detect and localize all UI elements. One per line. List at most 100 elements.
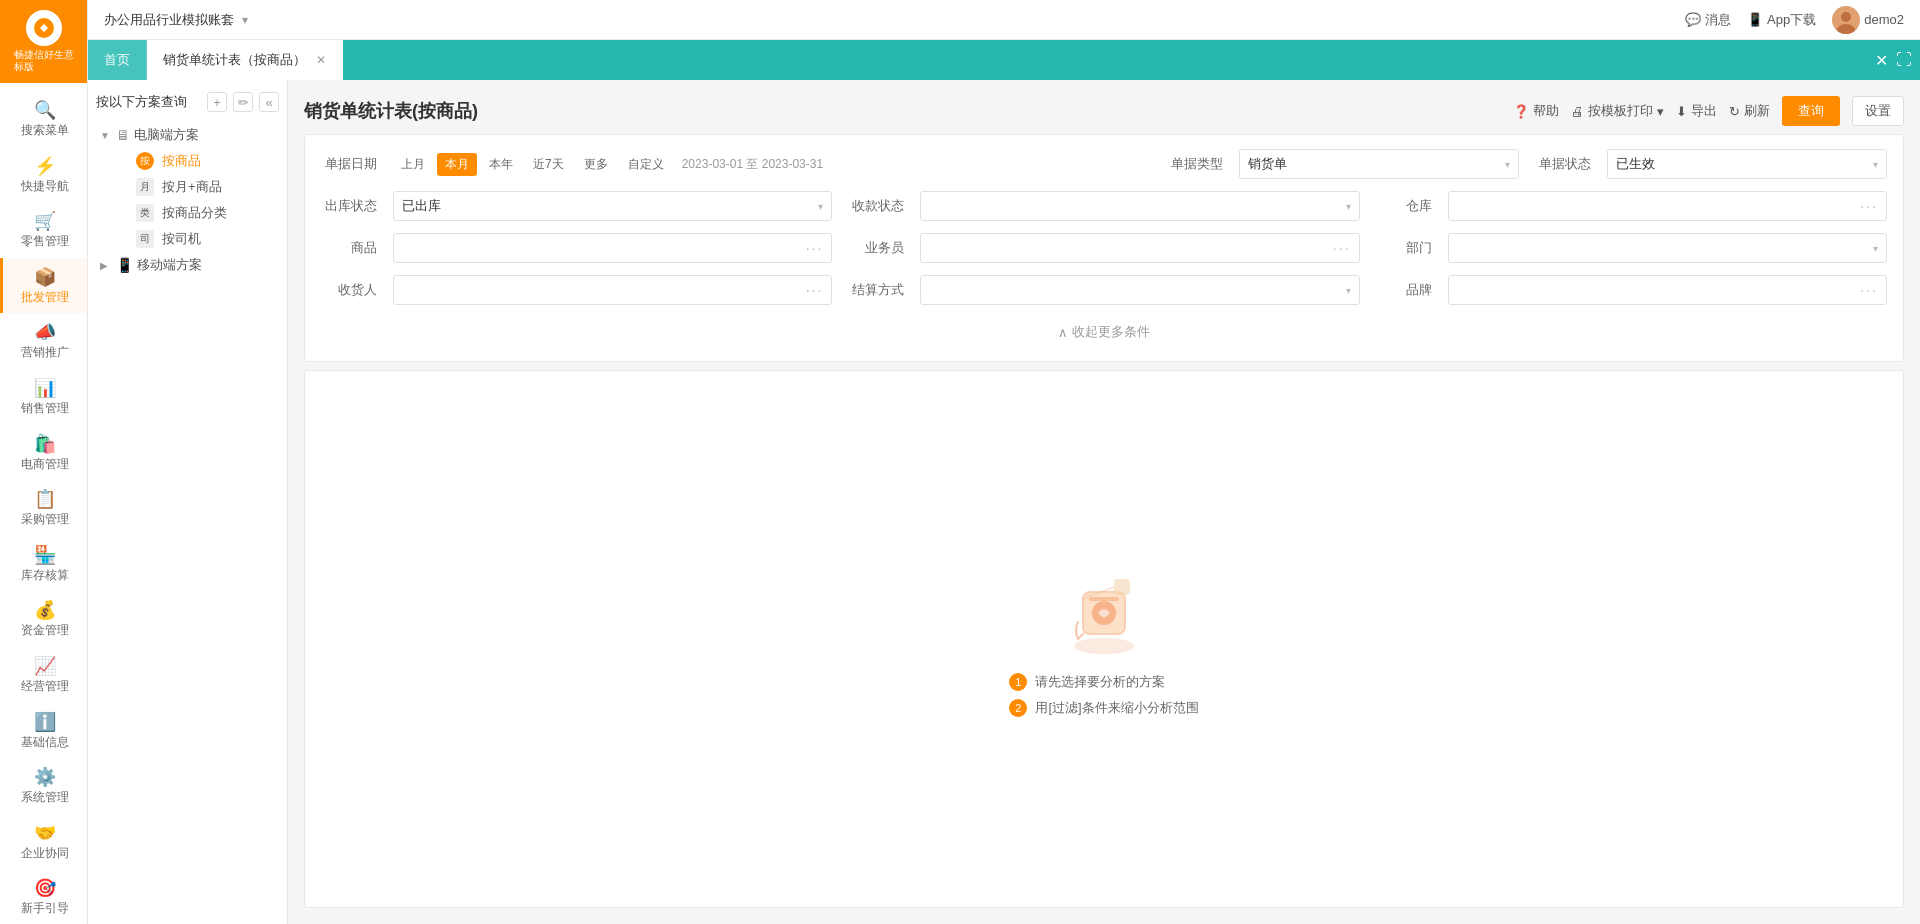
sidebar-item-finance[interactable]: 💰 资金管理 xyxy=(0,591,87,647)
settings-button[interactable]: 设置 xyxy=(1852,96,1904,126)
tree-item-by-goods[interactable]: 按 按商品 xyxy=(116,148,279,174)
tree-item-by-supplier[interactable]: 司 按司机 xyxy=(116,226,279,252)
export-button[interactable]: ⬇ 导出 xyxy=(1676,102,1717,120)
goods-label: 商品 xyxy=(321,239,377,257)
salesperson-input[interactable]: ··· xyxy=(920,233,1359,263)
sidebar-item-label: 企业协同 xyxy=(21,846,69,862)
sidebar-item-retail[interactable]: 🛒 零售管理 xyxy=(0,202,87,258)
svg-point-2 xyxy=(1841,12,1851,22)
tab-sales-stats[interactable]: 销货单统计表（按商品） ✕ xyxy=(147,40,343,80)
svg-rect-9 xyxy=(1114,579,1130,595)
tree-item-by-month-goods[interactable]: 月 按月+商品 xyxy=(116,174,279,200)
user-name: demo2 xyxy=(1864,12,1904,27)
doc-status-label: 单据状态 xyxy=(1535,155,1591,173)
filter-row-3: 商品 ··· 业务员 ··· 部门 ▾ xyxy=(321,233,1887,263)
maximize-icon[interactable]: ⛶ xyxy=(1896,51,1912,69)
operation-icon: 📈 xyxy=(34,655,56,677)
print-button[interactable]: 🖨 按模板打印 ▾ xyxy=(1571,102,1664,120)
sidebar-item-sales[interactable]: 📊 销售管理 xyxy=(0,369,87,425)
warehouse-more-icon: ··· xyxy=(1860,198,1878,214)
filter-row-1: 单据日期 上月 本月 本年 近7天 更多 自定义 2023-03-01 至 20… xyxy=(321,149,1887,179)
settlement-label: 结算方式 xyxy=(848,281,904,299)
add-scheme-button[interactable]: + xyxy=(207,92,227,112)
refresh-button[interactable]: ↻ 刷新 xyxy=(1729,102,1770,120)
receipt-status-input[interactable]: ▾ xyxy=(920,191,1359,221)
sidebar-item-label: 基础信息 xyxy=(21,735,69,751)
sidebar-item-basic[interactable]: ℹ️ 基础信息 xyxy=(0,703,87,759)
help-button[interactable]: ❓ 帮助 xyxy=(1513,102,1559,120)
tree-expand-icon: ▶ xyxy=(100,260,112,271)
tip-num-1: 1 xyxy=(1009,673,1027,691)
warehouse-input[interactable]: ··· xyxy=(1448,191,1887,221)
basic-icon: ℹ️ xyxy=(34,711,56,733)
logo-icon xyxy=(26,10,62,46)
empty-tip-2: 2 用[过滤]条件来缩小分析范围 xyxy=(1009,699,1198,717)
date-tab-current-month[interactable]: 本月 xyxy=(437,153,477,176)
brand-input[interactable]: ··· xyxy=(1448,275,1887,305)
tip-text-2: 用[过滤]条件来缩小分析范围 xyxy=(1035,699,1198,717)
scheme-tree: ▼ 🖥 电脑端方案 按 按商品 月 按月+商品 xyxy=(96,122,279,278)
settlement-input[interactable]: ▾ xyxy=(920,275,1359,305)
collapse-panel-button[interactable]: « xyxy=(259,92,279,112)
receiver-more-icon: ··· xyxy=(806,282,824,298)
sidebar-item-label: 采购管理 xyxy=(21,512,69,528)
receiver-label: 收货人 xyxy=(321,281,377,299)
out-status-label: 出库状态 xyxy=(321,197,377,215)
sidebar-item-label: 资金管理 xyxy=(21,623,69,639)
empty-state: 1 请先选择要分析的方案 2 用[过滤]条件来缩小分析范围 xyxy=(304,370,1904,908)
tree-group-mobile[interactable]: ▶ 📱 移动端方案 xyxy=(96,252,279,278)
tab-home[interactable]: 首页 xyxy=(88,40,147,80)
sidebar-item-quick-nav[interactable]: ⚡ 快捷导航 xyxy=(0,147,87,203)
avatar xyxy=(1832,6,1860,34)
edit-scheme-button[interactable]: ✏ xyxy=(233,92,253,112)
date-tab-last-month[interactable]: 上月 xyxy=(393,153,433,176)
sidebar-item-purchase[interactable]: 📋 采购管理 xyxy=(0,480,87,536)
logo-text: 畅捷信好生意 标版 xyxy=(14,49,74,73)
logo-area: 畅捷信好生意 标版 xyxy=(0,0,87,83)
sidebar-item-marketing[interactable]: 📣 营销推广 xyxy=(0,313,87,369)
out-status-input[interactable]: 已出库 ▾ xyxy=(393,191,832,221)
close-window-icon[interactable]: ✕ xyxy=(1875,51,1888,70)
salesperson-more-icon: ··· xyxy=(1333,240,1351,256)
finance-icon: 💰 xyxy=(34,599,56,621)
sidebar-item-guide[interactable]: 🎯 新手引导 xyxy=(0,869,87,924)
goods-input[interactable]: ··· xyxy=(393,233,832,263)
sidebar: 畅捷信好生意 标版 🔍 搜索菜单 ⚡ 快捷导航 🛒 零售管理 📦 批发管理 📣 … xyxy=(0,0,88,924)
date-tab-more[interactable]: 更多 xyxy=(576,153,616,176)
inventory-icon: 🏪 xyxy=(34,544,56,566)
user-menu[interactable]: demo2 xyxy=(1832,6,1904,34)
brand-label: 品牌 xyxy=(1376,281,1432,299)
refresh-icon: ↻ xyxy=(1729,104,1740,119)
date-tab-custom[interactable]: 自定义 xyxy=(620,153,672,176)
mobile-group-icon: 📱 xyxy=(116,257,133,273)
message-button[interactable]: 💬 消息 xyxy=(1685,11,1731,29)
topbar-dropdown[interactable]: ▾ xyxy=(242,13,248,27)
sidebar-item-search-menu[interactable]: 🔍 搜索菜单 xyxy=(0,91,87,147)
tree-group-pc[interactable]: ▼ 🖥 电脑端方案 xyxy=(96,122,279,148)
sidebar-item-ecommerce[interactable]: 🛍️ 电商管理 xyxy=(0,425,87,481)
sidebar-item-wholesale[interactable]: 📦 批发管理 xyxy=(0,258,87,314)
receiver-input[interactable]: ··· xyxy=(393,275,832,305)
doc-status-input[interactable]: 已生效 ▾ xyxy=(1607,149,1887,179)
sidebar-item-operation[interactable]: 📈 经营管理 xyxy=(0,647,87,703)
sidebar-item-inventory[interactable]: 🏪 库存核算 xyxy=(0,536,87,592)
app-download-button[interactable]: 📱 App下载 xyxy=(1747,11,1816,29)
department-input[interactable]: ▾ xyxy=(1448,233,1887,263)
topbar-right: 💬 消息 📱 App下载 demo2 xyxy=(1685,6,1904,34)
search-icon: 🔍 xyxy=(34,99,56,121)
sales-icon: 📊 xyxy=(34,377,56,399)
page-content: 按以下方案查询 + ✏ « ▼ 🖥 电脑端方案 按 xyxy=(88,80,1920,924)
doc-status-dropdown-icon: ▾ xyxy=(1873,159,1878,170)
sidebar-item-system[interactable]: ⚙️ 系统管理 xyxy=(0,758,87,814)
download-icon: 📱 xyxy=(1747,12,1763,27)
date-tab-current-year[interactable]: 本年 xyxy=(481,153,521,176)
tip-text-1: 请先选择要分析的方案 xyxy=(1035,673,1165,691)
sidebar-item-enterprise[interactable]: 🤝 企业协同 xyxy=(0,814,87,870)
doc-type-dropdown-icon: ▾ xyxy=(1505,159,1510,170)
tree-item-by-goods-cat[interactable]: 类 按商品分类 xyxy=(116,200,279,226)
collapse-button[interactable]: ∧ 收起更多条件 xyxy=(321,317,1887,347)
doc-type-input[interactable]: 销货单 ▾ xyxy=(1239,149,1519,179)
tab-close-icon[interactable]: ✕ xyxy=(316,53,326,67)
query-button[interactable]: 查询 xyxy=(1782,96,1840,126)
date-tab-7days[interactable]: 近7天 xyxy=(525,153,572,176)
